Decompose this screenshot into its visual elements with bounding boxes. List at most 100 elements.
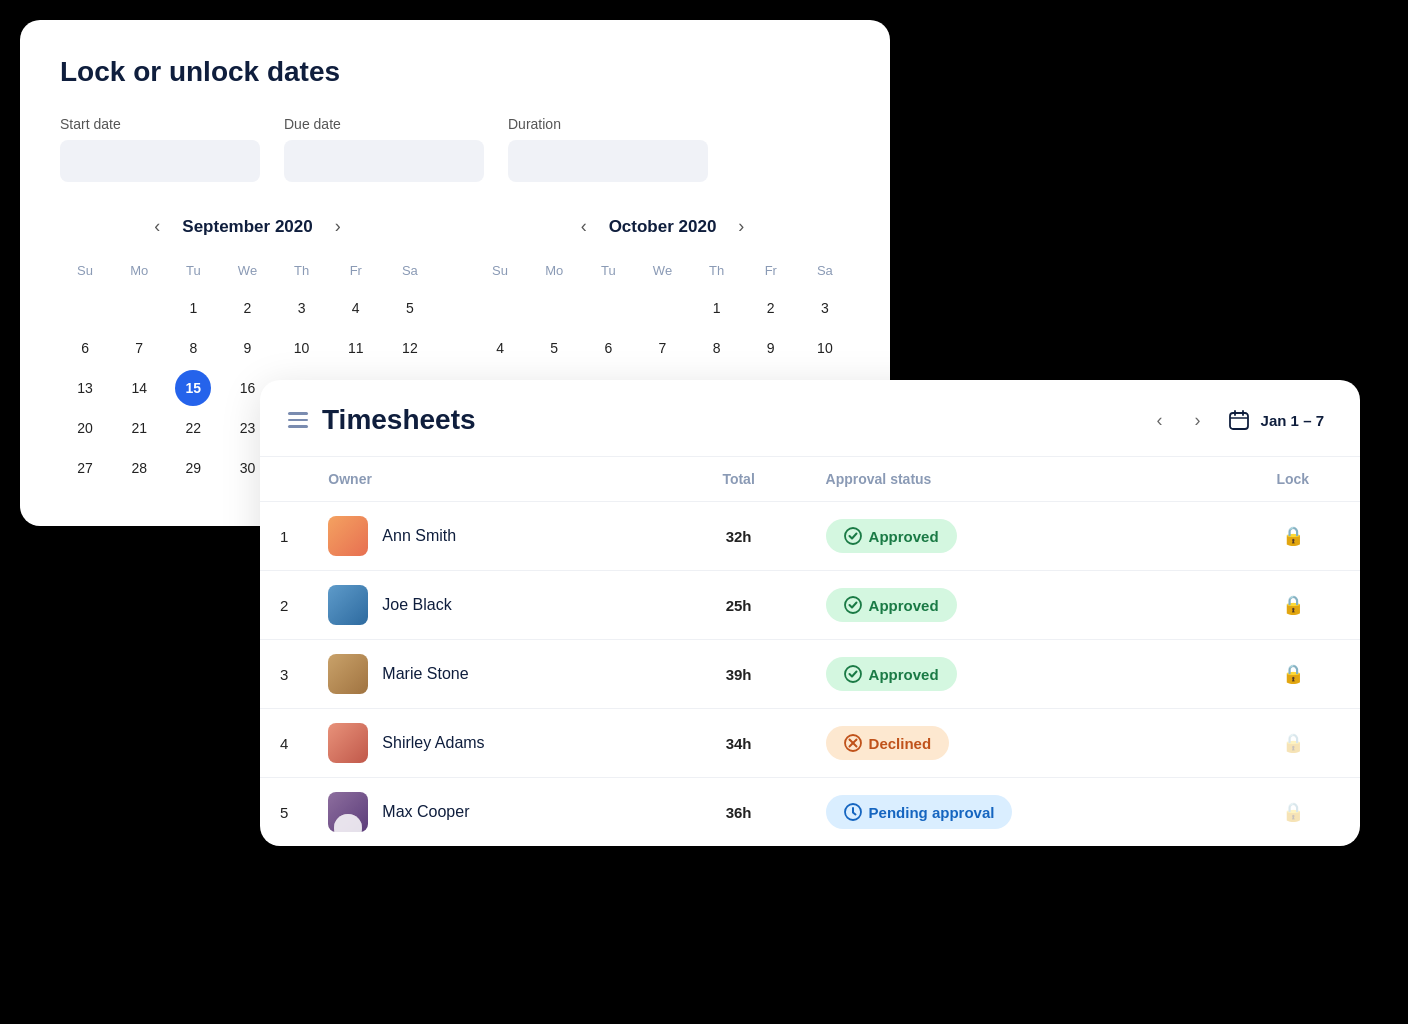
calendar-day[interactable]: 7 bbox=[644, 330, 680, 366]
due-date-input[interactable]: 09/03 bbox=[284, 140, 484, 182]
day-of-week: We bbox=[637, 259, 687, 286]
col-total-header: Total bbox=[672, 457, 806, 502]
calendar-day[interactable]: 6 bbox=[67, 330, 103, 366]
calendar-day[interactable]: 15 bbox=[175, 370, 211, 406]
october-next-button[interactable]: › bbox=[732, 214, 750, 239]
september-month-label: September 2020 bbox=[182, 217, 312, 237]
col-owner-header: Owner bbox=[308, 457, 671, 502]
calendar-day[interactable]: 28 bbox=[121, 450, 157, 486]
status-badge[interactable]: Approved bbox=[826, 588, 957, 622]
status-cell: Approved bbox=[806, 502, 1226, 571]
start-date-field: Start date 09/03 bbox=[60, 116, 260, 182]
lock-cell: 🔒 bbox=[1225, 709, 1360, 778]
table-row: 2 Joe Black 25h Approved 🔒 bbox=[260, 571, 1360, 640]
september-next-button[interactable]: › bbox=[329, 214, 347, 239]
duration-input[interactable]: 3h bbox=[508, 140, 708, 182]
lock-icon[interactable]: 🔒 bbox=[1282, 733, 1304, 753]
calendar-day[interactable]: 27 bbox=[67, 450, 103, 486]
start-date-input[interactable]: 09/03 bbox=[60, 140, 260, 182]
calendar-day[interactable]: 8 bbox=[699, 330, 735, 366]
calendar-day[interactable]: 9 bbox=[753, 330, 789, 366]
calendar-day[interactable]: 10 bbox=[284, 330, 320, 366]
calendar-day[interactable]: 2 bbox=[753, 290, 789, 326]
owner-cell: Ann Smith bbox=[308, 502, 671, 571]
owner-name: Joe Black bbox=[382, 596, 451, 614]
status-badge[interactable]: Pending approval bbox=[826, 795, 1013, 829]
date-inputs-row: Start date 09/03 Due date 09/03 Duration… bbox=[60, 116, 850, 182]
timesheets-header: Timesheets ‹ › Jan 1 – 7 bbox=[260, 380, 1360, 457]
calendar-day[interactable]: 13 bbox=[67, 370, 103, 406]
owner-cell: Marie Stone bbox=[308, 640, 671, 709]
lock-icon[interactable]: 🔒 bbox=[1282, 802, 1304, 822]
calendar-day[interactable]: 4 bbox=[482, 330, 518, 366]
lock-icon[interactable]: 🔒 bbox=[1282, 664, 1304, 684]
calendar-day[interactable]: 7 bbox=[121, 330, 157, 366]
total-cell: 34h bbox=[672, 709, 806, 778]
lock-icon[interactable]: 🔒 bbox=[1282, 595, 1304, 615]
calendar-day[interactable]: 5 bbox=[536, 330, 572, 366]
calendar-day[interactable]: 12 bbox=[392, 330, 428, 366]
day-of-week: Sa bbox=[385, 259, 435, 286]
calendar-day[interactable]: 22 bbox=[175, 410, 211, 446]
status-badge[interactable]: Approved bbox=[826, 519, 957, 553]
calendar-day[interactable]: 8 bbox=[175, 330, 211, 366]
day-of-week: Mo bbox=[529, 259, 579, 286]
calendar-day[interactable]: 6 bbox=[590, 330, 626, 366]
day-of-week: Tu bbox=[168, 259, 218, 286]
table-header: Owner Total Approval status Lock bbox=[260, 457, 1360, 502]
row-num: 3 bbox=[260, 640, 308, 709]
calendar-day[interactable]: 29 bbox=[175, 450, 211, 486]
october-prev-button[interactable]: ‹ bbox=[575, 214, 593, 239]
day-of-week: Mo bbox=[114, 259, 164, 286]
table-row: 5 Max Cooper 36h Pending approval 🔒 bbox=[260, 778, 1360, 847]
table-row: 3 Marie Stone 39h Approved 🔒 bbox=[260, 640, 1360, 709]
calendar-day[interactable]: 4 bbox=[338, 290, 374, 326]
menu-icon[interactable] bbox=[288, 412, 308, 428]
row-num: 1 bbox=[260, 502, 308, 571]
day-of-week: Su bbox=[475, 259, 525, 286]
calendar-day[interactable]: 3 bbox=[284, 290, 320, 326]
duration-field: Duration 3h bbox=[508, 116, 708, 182]
owner-cell: Shirley Adams bbox=[308, 709, 671, 778]
status-badge[interactable]: Declined bbox=[826, 726, 950, 760]
day-of-week: We bbox=[222, 259, 272, 286]
calendar-day[interactable]: 3 bbox=[807, 290, 843, 326]
calendar-day[interactable]: 2 bbox=[229, 290, 265, 326]
calendar-day[interactable]: 10 bbox=[807, 330, 843, 366]
date-range: Jan 1 – 7 bbox=[1225, 406, 1324, 434]
lock-icon[interactable]: 🔒 bbox=[1282, 526, 1304, 546]
table-row: 4 Shirley Adams 34h Declined 🔒 bbox=[260, 709, 1360, 778]
status-cell: Approved bbox=[806, 571, 1226, 640]
prev-period-button[interactable]: ‹ bbox=[1149, 406, 1171, 435]
col-status-header: Approval status bbox=[806, 457, 1226, 502]
start-date-label: Start date bbox=[60, 116, 260, 132]
september-prev-button[interactable]: ‹ bbox=[148, 214, 166, 239]
calendar-day[interactable]: 20 bbox=[67, 410, 103, 446]
calendar-day[interactable]: 9 bbox=[229, 330, 265, 366]
owner-name: Ann Smith bbox=[382, 527, 456, 545]
avatar bbox=[328, 585, 368, 625]
total-cell: 32h bbox=[672, 502, 806, 571]
next-period-button[interactable]: › bbox=[1187, 406, 1209, 435]
timesheets-title: Timesheets bbox=[322, 404, 476, 436]
timesheets-table: Owner Total Approval status Lock 1 Ann S… bbox=[260, 457, 1360, 846]
row-num: 5 bbox=[260, 778, 308, 847]
date-range-label: Jan 1 – 7 bbox=[1261, 412, 1324, 429]
calendar-day[interactable]: 14 bbox=[121, 370, 157, 406]
avatar bbox=[328, 654, 368, 694]
calendar-icon bbox=[1225, 406, 1253, 434]
avatar bbox=[328, 723, 368, 763]
panel-title: Lock or unlock dates bbox=[60, 56, 850, 88]
calendar-day[interactable]: 1 bbox=[699, 290, 735, 326]
total-cell: 39h bbox=[672, 640, 806, 709]
duration-label: Duration bbox=[508, 116, 708, 132]
header-left: Timesheets bbox=[288, 404, 476, 436]
calendar-day[interactable]: 5 bbox=[392, 290, 428, 326]
avatar bbox=[328, 792, 368, 832]
due-date-label: Due date bbox=[284, 116, 484, 132]
calendar-day[interactable]: 11 bbox=[338, 330, 374, 366]
calendar-day[interactable]: 1 bbox=[175, 290, 211, 326]
col-lock-header: Lock bbox=[1225, 457, 1360, 502]
calendar-day[interactable]: 21 bbox=[121, 410, 157, 446]
status-badge[interactable]: Approved bbox=[826, 657, 957, 691]
